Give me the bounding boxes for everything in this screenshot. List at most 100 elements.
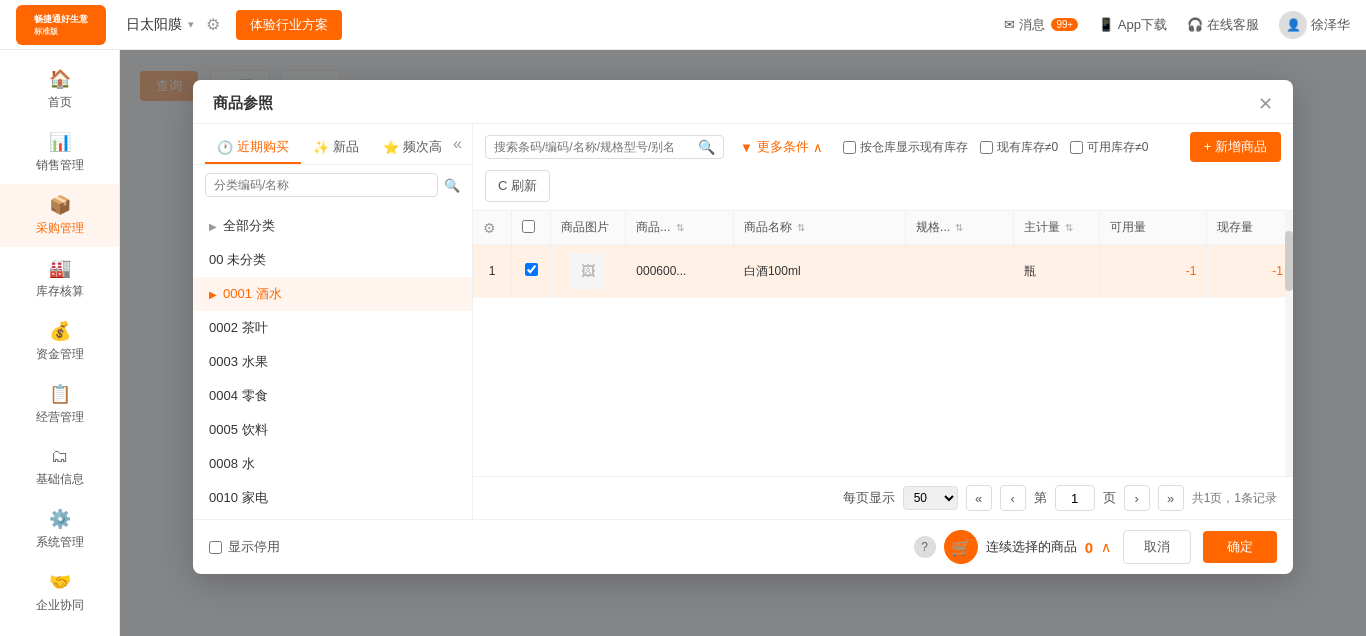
- show-disabled-checkbox[interactable]: 显示停用: [209, 538, 280, 556]
- store-dropdown-icon: ▾: [188, 18, 194, 31]
- col-header-image: 商品图片: [550, 211, 625, 245]
- prev-page-btn[interactable]: ‹: [1000, 485, 1026, 511]
- product-available: -1: [1186, 264, 1197, 278]
- checkbox-warehouse[interactable]: 按仓库显示现有库存: [843, 139, 968, 156]
- online-service-btn[interactable]: 🎧 在线客服: [1187, 16, 1259, 34]
- sort-name-icon: ⇅: [797, 222, 805, 233]
- sidebar-label-system: 系统管理: [36, 534, 84, 551]
- checkbox-available-input[interactable]: [1070, 141, 1083, 154]
- col-header-name[interactable]: 商品名称 ⇅: [733, 211, 905, 245]
- category-label-0004: 0004 零食: [209, 387, 268, 405]
- col-header-code[interactable]: 商品... ⇅: [626, 211, 734, 245]
- settings-icon[interactable]: ⚙: [206, 15, 220, 34]
- modal-close-button[interactable]: ✕: [1258, 95, 1273, 113]
- last-page-btn[interactable]: »: [1158, 485, 1184, 511]
- category-search-icon[interactable]: 🔍: [444, 178, 460, 193]
- table-header-row: ⚙ 商品图片: [473, 211, 1293, 245]
- category-arrow-all: ▶: [209, 221, 217, 232]
- col-header-spec[interactable]: 规格... ⇅: [906, 211, 1014, 245]
- sidebar-item-enterprise[interactable]: 🤝 企业协同: [0, 561, 119, 624]
- category-label-all: 全部分类: [223, 217, 275, 235]
- main-layout: 🏠 首页 📊 销售管理 📦 采购管理 🏭 库存核算 💰 资金管理 📋 经营管理 …: [0, 50, 1366, 636]
- help-icon[interactable]: ?: [914, 536, 936, 558]
- category-0002[interactable]: 0002 茶叶: [193, 311, 472, 345]
- modal-title: 商品参照: [213, 94, 273, 113]
- tab-frequent[interactable]: ⭐ 频次高: [371, 132, 454, 164]
- confirm-button[interactable]: 确定: [1203, 531, 1277, 563]
- category-0010[interactable]: 0010 家电: [193, 481, 472, 515]
- messages-btn[interactable]: ✉ 消息 99+: [1004, 16, 1077, 34]
- tab-recent-label: 近期购买: [237, 138, 289, 156]
- sidebar-item-home[interactable]: 🏠 首页: [0, 58, 119, 121]
- sidebar-item-guide[interactable]: 📖 新手引导: [0, 624, 119, 636]
- row-checkbox[interactable]: [525, 263, 538, 276]
- category-0003[interactable]: 0003 水果: [193, 345, 472, 379]
- next-page-btn[interactable]: ›: [1124, 485, 1150, 511]
- col-header-unit[interactable]: 主计量 ⇅: [1013, 211, 1099, 245]
- sidebar-label-finance: 资金管理: [36, 346, 84, 363]
- collapse-icon[interactable]: «: [453, 135, 462, 153]
- product-stock: -1: [1272, 264, 1283, 278]
- checkbox-available-nonzero[interactable]: 可用库存≠0: [1070, 139, 1148, 156]
- checkbox-available-label: 可用库存≠0: [1087, 139, 1148, 156]
- first-page-btn[interactable]: «: [966, 485, 992, 511]
- category-0001[interactable]: ▶ 0001 酒水: [193, 277, 472, 311]
- search-icon[interactable]: 🔍: [698, 139, 715, 155]
- cancel-button[interactable]: 取消: [1123, 530, 1191, 564]
- avatar: 👤: [1279, 11, 1307, 39]
- sidebar-item-sales[interactable]: 📊 销售管理: [0, 121, 119, 184]
- app-download-label: App下载: [1118, 16, 1167, 34]
- cart-up-icon[interactable]: ∧: [1101, 539, 1111, 555]
- filter-arrow-icon: ∧: [813, 140, 823, 155]
- sidebar-item-purchase[interactable]: 📦 采购管理: [0, 184, 119, 247]
- page-size-select[interactable]: 10 20 50 100: [903, 486, 958, 510]
- category-0005[interactable]: 0005 饮料: [193, 413, 472, 447]
- sidebar-item-inventory[interactable]: 🏭 库存核算: [0, 247, 119, 310]
- category-uncategorized[interactable]: 00 未分类: [193, 243, 472, 277]
- col-name-label: 商品名称: [744, 220, 792, 234]
- tab-new-products[interactable]: ✨ 新品: [301, 132, 371, 164]
- scrollbar[interactable]: [1285, 211, 1293, 476]
- experience-button[interactable]: 体验行业方案: [236, 10, 342, 40]
- sidebar-item-basic-info[interactable]: 🗂 基础信息: [0, 436, 119, 498]
- checkbox-warehouse-input[interactable]: [843, 141, 856, 154]
- show-disabled-input[interactable]: [209, 541, 222, 554]
- checkbox-stock-input[interactable]: [980, 141, 993, 154]
- cart-icon[interactable]: 🛒: [944, 530, 978, 564]
- sidebar-item-operations[interactable]: 📋 经营管理: [0, 373, 119, 436]
- sort-unit-icon: ⇅: [1065, 222, 1073, 233]
- column-settings-icon[interactable]: ⚙: [483, 220, 496, 236]
- sidebar-label-operations: 经营管理: [36, 409, 84, 426]
- checkbox-stock-nonzero[interactable]: 现有库存≠0: [980, 139, 1058, 156]
- cell-unit: 瓶: [1013, 245, 1099, 298]
- modal-body: 🕐 近期购买 ✨ 新品 ⭐ 频次高 «: [193, 124, 1293, 519]
- product-search-input[interactable]: [494, 140, 694, 154]
- category-0004[interactable]: 0004 零食: [193, 379, 472, 413]
- category-search-input[interactable]: [205, 173, 438, 197]
- app-name: 畅捷通好生意: [34, 13, 88, 26]
- add-product-button[interactable]: + 新增商品: [1190, 132, 1281, 162]
- sidebar-item-finance[interactable]: 💰 资金管理: [0, 310, 119, 373]
- refresh-button[interactable]: C 刷新: [485, 170, 550, 202]
- modal-footer: 显示停用 ? 🛒 连续选择的商品 0 ∧ 取消 确定: [193, 519, 1293, 574]
- category-0008[interactable]: 0008 水: [193, 447, 472, 481]
- table-row[interactable]: 1 🖼: [473, 245, 1293, 298]
- product-unit: 瓶: [1024, 264, 1036, 278]
- tab-recent-purchase[interactable]: 🕐 近期购买: [205, 132, 301, 164]
- user-profile[interactable]: 👤 徐泽华: [1279, 11, 1350, 39]
- cell-check: [512, 245, 551, 298]
- app-download-btn[interactable]: 📱 App下载: [1098, 16, 1167, 34]
- category-all[interactable]: ▶ 全部分类: [193, 209, 472, 243]
- page-number-input[interactable]: [1055, 485, 1095, 511]
- product-code: 000600...: [636, 264, 686, 278]
- cart-area: ? 🛒 连续选择的商品 0 ∧: [914, 530, 1111, 564]
- operations-icon: 📋: [49, 383, 71, 405]
- store-selector[interactable]: 日太阳膜 ▾: [126, 16, 194, 34]
- messages-label: 消息: [1019, 16, 1045, 34]
- modal-overlay: 商品参照 ✕ 🕐 近期购买 ✨: [120, 50, 1366, 636]
- filter-button[interactable]: ▼ 更多条件 ∧: [732, 134, 831, 160]
- sidebar-item-system[interactable]: ⚙️ 系统管理: [0, 498, 119, 561]
- enterprise-icon: 🤝: [49, 571, 71, 593]
- select-all-checkbox[interactable]: [522, 220, 535, 233]
- basic-info-icon: 🗂: [51, 446, 69, 467]
